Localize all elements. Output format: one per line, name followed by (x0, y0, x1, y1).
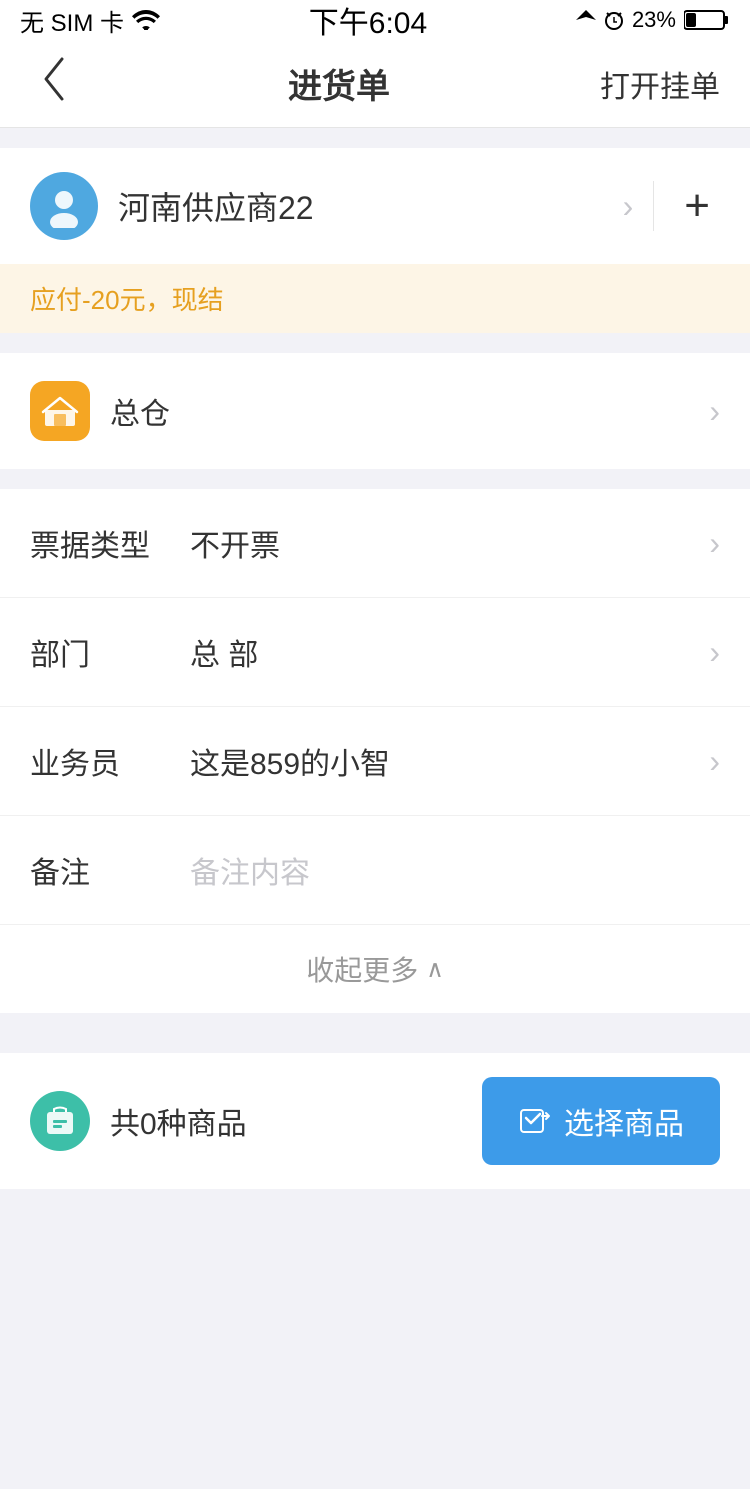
department-chevron-icon: › (709, 634, 720, 671)
status-time: 下午6:04 (309, 0, 427, 42)
select-product-icon (518, 1104, 552, 1138)
battery-icon (684, 9, 730, 31)
alarm-icon (604, 10, 624, 30)
supplier-row[interactable]: 河南供应商22 › + (0, 148, 750, 264)
remark-value[interactable]: 备注内容 (150, 848, 720, 892)
page-title: 进货单 (288, 59, 390, 108)
nav-bar: 进货单 打开挂单 (0, 40, 750, 128)
warehouse-icon-bg (30, 381, 90, 441)
section-gap-4 (0, 1013, 750, 1033)
location-icon (576, 10, 596, 30)
salesperson-row[interactable]: 业务员 这是859的小智 › (0, 707, 750, 816)
product-info: 共0种商品 (30, 1091, 247, 1151)
salesperson-value: 这是859的小智 (150, 739, 699, 783)
section-gap-3 (0, 469, 750, 489)
invoice-type-chevron-icon: › (709, 525, 720, 562)
status-bar: 无 SIM 卡 下午6:04 23% (0, 0, 750, 40)
department-value: 总 部 (150, 630, 699, 674)
warehouse-row[interactable]: 总仓 › (0, 353, 750, 469)
open-pending-button[interactable]: 打开挂单 (600, 62, 720, 106)
battery-text: 23% (632, 7, 676, 33)
back-button[interactable] (30, 45, 78, 123)
bottom-bar: 共0种商品 选择商品 (0, 1053, 750, 1189)
supplier-avatar (30, 172, 98, 240)
collapse-bar[interactable]: 收起更多 ∧ (0, 924, 750, 1013)
wifi-icon (132, 10, 160, 30)
divider (653, 181, 654, 231)
supplier-name: 河南供应商22 (118, 183, 623, 229)
supplier-section: 河南供应商22 › + 应付-20元，现结 (0, 148, 750, 333)
warehouse-icon (41, 392, 79, 430)
notice-bar: 应付-20元，现结 (0, 264, 750, 333)
warehouse-name: 总仓 (110, 389, 709, 433)
page-background (0, 1189, 750, 1489)
section-gap-2 (0, 333, 750, 353)
status-left: 无 SIM 卡 (20, 3, 160, 38)
notice-text: 应付-20元，现结 (30, 285, 224, 315)
select-product-button[interactable]: 选择商品 (482, 1077, 720, 1165)
section-gap-1 (0, 128, 750, 148)
salesperson-chevron-icon: › (709, 743, 720, 780)
remark-label: 备注 (30, 848, 150, 892)
signal-text: 无 SIM 卡 (20, 3, 124, 38)
collapse-icon: ∧ (426, 955, 444, 984)
product-count: 共0种商品 (110, 1099, 247, 1143)
product-icon (41, 1102, 79, 1140)
status-right: 23% (576, 7, 730, 33)
supplier-chevron-icon: › (623, 188, 634, 225)
collapse-text: 收起更多 (306, 949, 418, 989)
add-supplier-button[interactable]: + (674, 184, 720, 228)
salesperson-label: 业务员 (30, 739, 150, 783)
person-icon (42, 184, 86, 228)
warehouse-section: 总仓 › (0, 353, 750, 469)
warehouse-chevron-icon: › (709, 393, 720, 430)
department-row[interactable]: 部门 总 部 › (0, 598, 750, 707)
remark-row[interactable]: 备注 备注内容 (0, 816, 750, 924)
product-icon-bg (30, 1091, 90, 1151)
invoice-type-label: 票据类型 (30, 521, 150, 565)
form-section: 票据类型 不开票 › 部门 总 部 › 业务员 这是859的小智 › 备注 备注… (0, 489, 750, 924)
select-product-label: 选择商品 (564, 1099, 684, 1143)
invoice-type-row[interactable]: 票据类型 不开票 › (0, 489, 750, 598)
invoice-type-value: 不开票 (150, 521, 699, 565)
department-label: 部门 (30, 630, 150, 674)
